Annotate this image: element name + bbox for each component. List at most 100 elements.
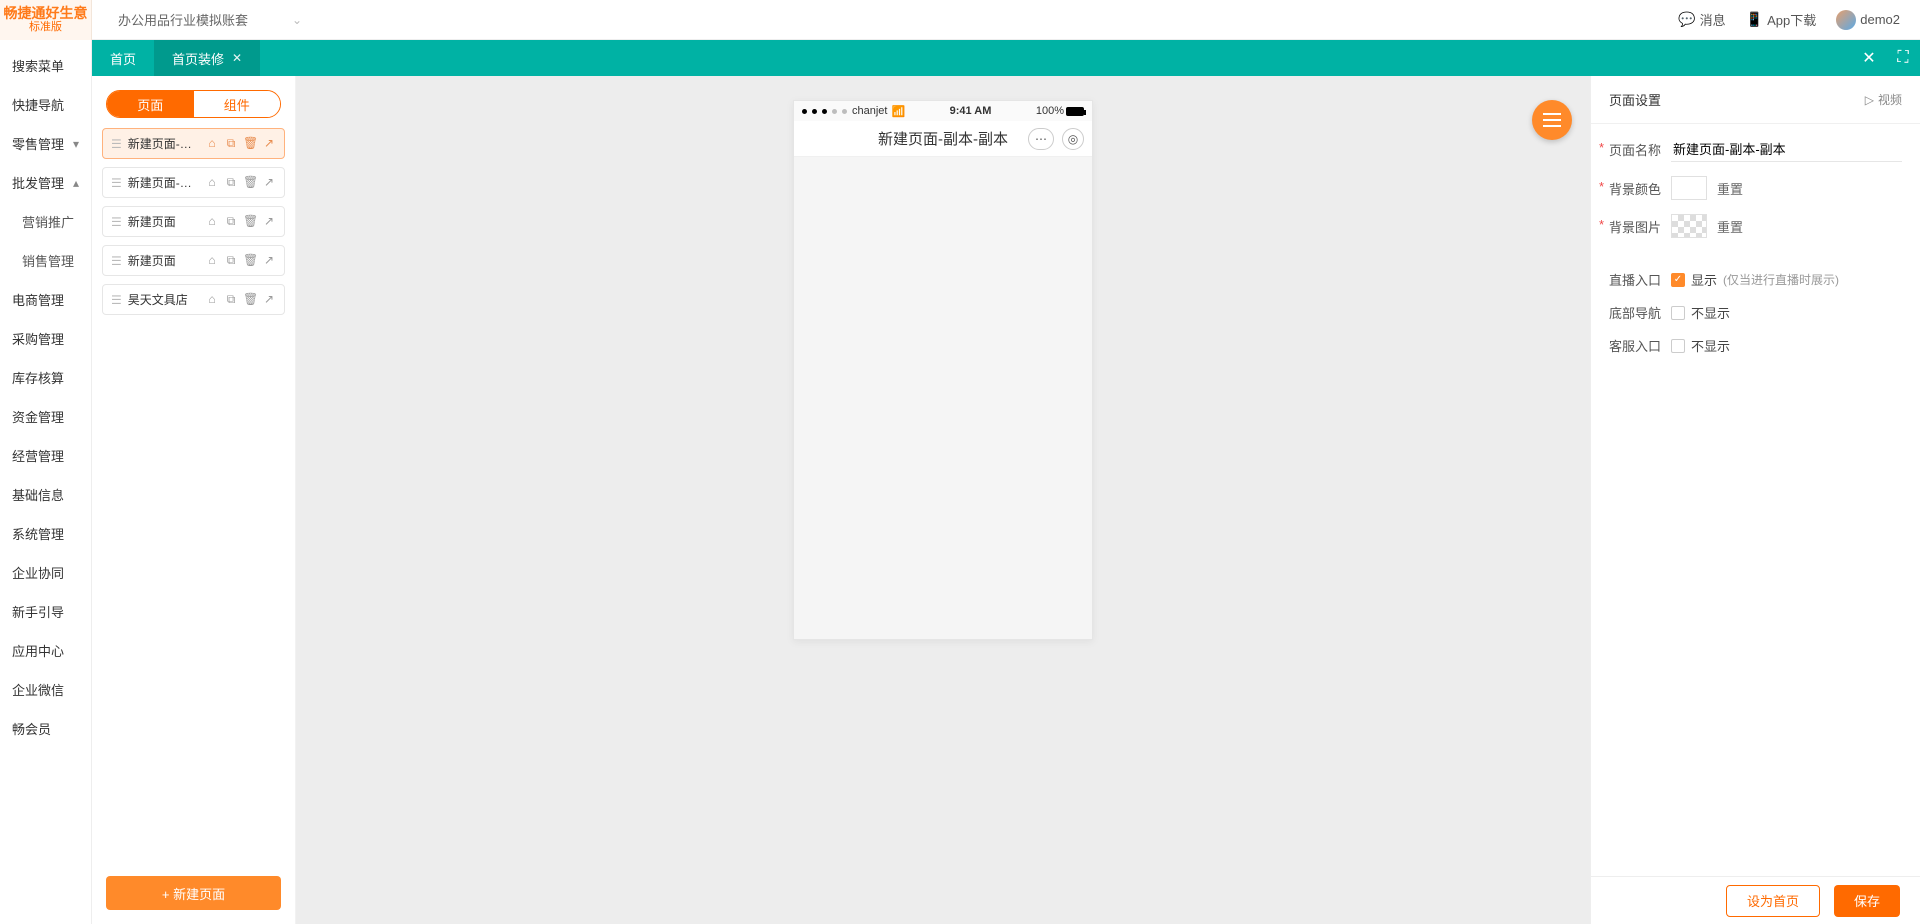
sidebar-item[interactable]: 系统管理 <box>0 514 91 553</box>
messages-link[interactable]: 💬 消息 <box>1678 10 1725 29</box>
checkbox-bottom-nav[interactable] <box>1671 306 1685 320</box>
sidebar-item[interactable]: 电商管理 <box>0 280 91 319</box>
video-link[interactable]: ▷ 视频 <box>1865 91 1902 108</box>
brand-glyph: 畅捷通好生意 <box>4 6 88 20</box>
delete-icon[interactable]: 🗑 <box>243 253 257 268</box>
tab-page-decorate[interactable]: 首页装修 ✕ <box>154 40 260 76</box>
home-icon[interactable]: ⌂ <box>205 136 219 151</box>
page-component-segment: 页面 组件 <box>106 90 281 118</box>
delete-icon[interactable]: 🗑 <box>243 292 257 307</box>
sidebar-item[interactable]: 经营管理 <box>0 436 91 475</box>
page-row-actions: ⌂ ⧉ 🗑 ↗ <box>205 214 276 229</box>
sidebar-subitem[interactable]: 营销推广 <box>0 202 91 241</box>
sidebar-item[interactable]: 零售管理▾ <box>0 124 91 163</box>
home-icon[interactable]: ⌂ <box>205 292 219 307</box>
more-icon[interactable]: ⋯ <box>1028 128 1054 150</box>
copy-icon[interactable]: ⧉ <box>224 214 238 229</box>
sidebar-item[interactable]: 库存核算 <box>0 358 91 397</box>
top-header: 畅捷通好生意 标准版 办公用品行业模拟账套 ⌄ 💬 消息 📱 App下载 dem… <box>0 0 1920 40</box>
tab-home-label: 首页 <box>110 49 136 68</box>
brand-badge: 标准版 <box>29 22 62 33</box>
page-name: 昊天文具店 <box>128 291 199 308</box>
sidebar: 搜索菜单快捷导航零售管理▾批发管理▴营销推广销售管理电商管理采购管理库存核算资金… <box>0 40 92 924</box>
save-button[interactable]: 保存 <box>1834 885 1900 917</box>
user-menu[interactable]: demo2 <box>1836 10 1900 30</box>
sidebar-item[interactable]: 搜索菜单 <box>0 46 91 85</box>
sidebar-item[interactable]: 资金管理 <box>0 397 91 436</box>
share-icon[interactable]: ↗ <box>262 136 276 151</box>
tab-decorate-label: 首页装修 <box>172 49 224 68</box>
bg-image-swatch[interactable] <box>1671 214 1707 238</box>
service-entry-text: 不显示 <box>1691 336 1730 355</box>
settings-title: 页面设置 <box>1609 90 1661 109</box>
sidebar-subitem[interactable]: 销售管理 <box>0 241 91 280</box>
battery-icon <box>1066 107 1084 116</box>
sidebar-item-label: 快捷导航 <box>12 95 64 114</box>
copy-icon[interactable]: ⧉ <box>224 292 238 307</box>
share-icon[interactable]: ↗ <box>262 175 276 190</box>
sidebar-item-label: 资金管理 <box>12 407 64 426</box>
chevron-icon: ▴ <box>73 176 79 190</box>
sidebar-item[interactable]: 应用中心 <box>0 631 91 670</box>
drag-handle-icon[interactable]: ☰ <box>111 215 122 229</box>
sidebar-item[interactable]: 基础信息 <box>0 475 91 514</box>
delete-icon[interactable]: 🗑 <box>243 136 257 151</box>
copy-icon[interactable]: ⧉ <box>224 136 238 151</box>
app-download-link[interactable]: 📱 App下载 <box>1746 10 1817 29</box>
label-bottom-nav: 底部导航 <box>1609 303 1671 322</box>
phone-body[interactable] <box>794 157 1092 639</box>
sidebar-item[interactable]: 企业协同 <box>0 553 91 592</box>
page-row[interactable]: ☰ 新建页面-副本 ⌂ ⧉ 🗑 ↗ <box>102 167 285 198</box>
sidebar-item[interactable]: 新手引导 <box>0 592 91 631</box>
copy-icon[interactable]: ⧉ <box>224 175 238 190</box>
drag-handle-icon[interactable]: ☰ <box>111 176 122 190</box>
checkbox-service-entry[interactable] <box>1671 339 1685 353</box>
page-row[interactable]: ☰ 昊天文具店 ⌂ ⧉ 🗑 ↗ <box>102 284 285 315</box>
delete-icon[interactable]: 🗑 <box>243 214 257 229</box>
account-dropdown[interactable]: 办公用品行业模拟账套 ⌄ <box>110 6 310 34</box>
settings-panel: 页面设置 ▷ 视频 页面名称 背景颜色 <box>1590 76 1920 924</box>
page-name: 新建页面-副本 <box>128 174 199 191</box>
share-icon[interactable]: ↗ <box>262 253 276 268</box>
drag-handle-icon[interactable]: ☰ <box>111 293 122 307</box>
phone-page-title: 新建页面-副本-副本 <box>878 128 1008 149</box>
new-page-button[interactable]: + 新建页面 <box>106 876 281 910</box>
sidebar-item[interactable]: 畅会员 <box>0 709 91 748</box>
tab-close-all[interactable]: ✕ <box>1852 48 1886 68</box>
input-page-name[interactable] <box>1671 136 1902 162</box>
reset-bg-color[interactable]: 重置 <box>1717 179 1743 198</box>
share-icon[interactable]: ↗ <box>262 214 276 229</box>
sidebar-item-label: 库存核算 <box>12 368 64 387</box>
sidebar-item[interactable]: 采购管理 <box>0 319 91 358</box>
sidebar-item[interactable]: 批发管理▴ <box>0 163 91 202</box>
page-row[interactable]: ☰ 新建页面-副本... ⌂ ⧉ 🗑 ↗ <box>102 128 285 159</box>
page-row-actions: ⌂ ⧉ 🗑 ↗ <box>205 175 276 190</box>
sidebar-item-label: 基础信息 <box>12 485 64 504</box>
home-icon[interactable]: ⌂ <box>205 253 219 268</box>
tab-home[interactable]: 首页 <box>92 40 154 76</box>
checkbox-live-show[interactable]: ✓ <box>1671 273 1685 287</box>
home-icon[interactable]: ⌂ <box>205 175 219 190</box>
share-icon[interactable]: ↗ <box>262 292 276 307</box>
page-name: 新建页面-副本... <box>128 135 199 152</box>
page-row[interactable]: ☰新建页面⌂⧉🗑↗ <box>102 245 285 276</box>
component-fab[interactable] <box>1532 100 1572 140</box>
tab-fullscreen[interactable]: ⛶ <box>1886 49 1920 67</box>
bg-color-swatch[interactable] <box>1671 176 1707 200</box>
delete-icon[interactable]: 🗑 <box>243 175 257 190</box>
seg-page[interactable]: 页面 <box>107 91 194 117</box>
seg-component[interactable]: 组件 <box>194 91 281 117</box>
target-icon[interactable]: ◎ <box>1062 128 1084 150</box>
sidebar-item-label: 企业协同 <box>12 563 64 582</box>
drag-handle-icon[interactable]: ☰ <box>111 137 122 151</box>
page-panel: 页面 组件 ☰新建页面-副本...⌂⧉🗑↗☰新建页面-副本⌂⧉🗑↗☰新建页面⌂⧉… <box>92 76 296 924</box>
sidebar-item[interactable]: 企业微信 <box>0 670 91 709</box>
copy-icon[interactable]: ⧉ <box>224 253 238 268</box>
home-icon[interactable]: ⌂ <box>205 214 219 229</box>
sidebar-item[interactable]: 快捷导航 <box>0 85 91 124</box>
page-row[interactable]: ☰新建页面⌂⧉🗑↗ <box>102 206 285 237</box>
reset-bg-image[interactable]: 重置 <box>1717 217 1743 236</box>
set-home-button[interactable]: 设为首页 <box>1726 885 1820 917</box>
drag-handle-icon[interactable]: ☰ <box>111 254 122 268</box>
close-icon[interactable]: ✕ <box>232 51 242 65</box>
